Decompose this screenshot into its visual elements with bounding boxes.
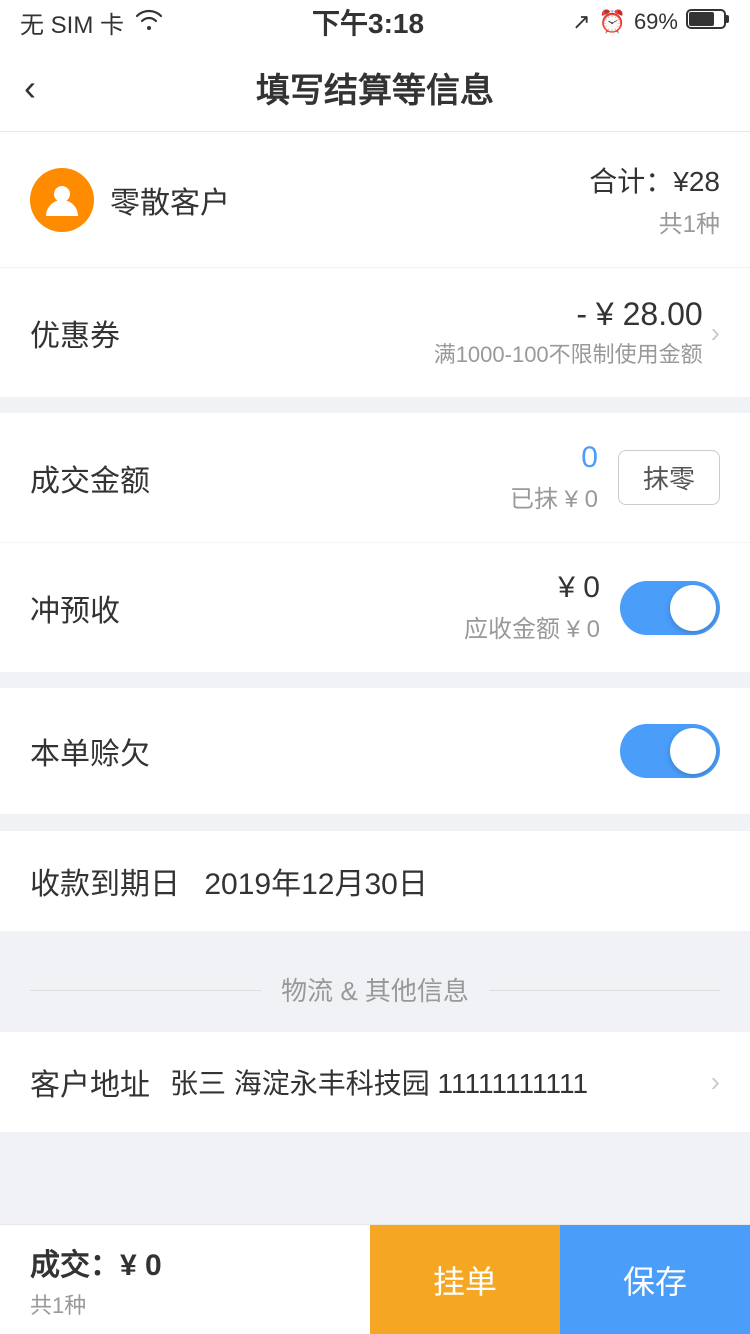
page-title: 填写结算等信息 [256,63,494,112]
bottom-deal-row: 成交：¥ 0 [30,1240,340,1284]
nav-bar: ‹ 填写结算等信息 [0,44,750,132]
back-button[interactable]: ‹ [24,67,36,109]
coupon-label: 优惠券 [30,311,120,355]
status-bar: 无 SIM 卡 下午3:18 ↗ ⏰ 69% [0,0,750,44]
address-chevron-icon: › [711,1066,720,1098]
precharge-label: 冲预收 [30,586,120,630]
address-label: 客户地址 [30,1060,150,1104]
status-right: ↗ ⏰ 69% [572,8,730,36]
bottom-deal-label: 成交： [30,1249,120,1282]
customer-section: 零散客户 合计：¥28 共1种 优惠券 - ¥ 28.00 满1000-100不… [0,132,750,397]
deal-section: 成交金额 0 已抹 ¥ 0 抹零 冲预收 ¥ 0 应收金额 ¥ 0 [0,413,750,672]
logistics-divider: 物流 & 其他信息 [0,947,750,1032]
duedate-section: 收款到期日 2019年12月30日 [0,830,750,931]
customer-right: 合计：¥28 共1种 [589,160,720,239]
coupon-amount: - ¥ 28.00 [434,296,703,333]
customer-row: 零散客户 合计：¥28 共1种 [0,132,750,267]
deal-amount-row: 成交金额 0 已抹 ¥ 0 抹零 [0,413,750,543]
precharge-toggle[interactable] [620,581,720,635]
deal-sub-text: 已抹 ¥ 0 [510,479,598,514]
customer-total: 合计：¥28 [589,160,720,200]
wifi-icon [134,8,164,37]
debt-label: 本单赊欠 [30,729,150,773]
precharge-main-amount: ¥ 0 [464,571,600,605]
deal-amount-value: 0 [510,441,598,475]
carrier-label: 无 SIM 卡 [20,5,124,40]
round-zero-button[interactable]: 抹零 [618,450,720,505]
battery-icon [686,8,730,36]
toggle-knob [670,585,716,631]
deal-amount-label: 成交金额 [30,456,150,500]
logistics-label: 物流 & 其他信息 [261,971,489,1008]
bottom-count: 共1种 [30,1288,340,1320]
coupon-desc: 满1000-100不限制使用金额 [434,337,703,369]
debt-toggle-knob [670,728,716,774]
pending-button[interactable]: 挂单 [370,1225,560,1334]
coupon-chevron-icon: › [711,317,720,349]
status-left: 无 SIM 卡 [20,5,164,40]
address-value: 张三 海淀永丰科技园 11111111111 [170,1062,711,1102]
precharge-right: ¥ 0 应收金额 ¥ 0 [464,571,720,644]
duedate-value: 2019年12月30日 [204,868,427,901]
customer-name: 零散客户 [110,178,230,222]
precharge-sub-amount: 应收金额 ¥ 0 [464,609,600,644]
customer-left: 零散客户 [30,168,230,232]
duedate-label: 收款到期日 [30,868,180,901]
address-row[interactable]: 客户地址 张三 海淀永丰科技园 11111111111 › [0,1032,750,1132]
coupon-row[interactable]: 优惠券 - ¥ 28.00 满1000-100不限制使用金额 › [0,267,750,397]
content-area: 零散客户 合计：¥28 共1种 优惠券 - ¥ 28.00 满1000-100不… [0,132,750,1268]
alarm-icon: ⏰ [599,9,626,35]
save-button[interactable]: 保存 [560,1225,750,1334]
debt-toggle[interactable] [620,724,720,778]
precharge-amounts: ¥ 0 应收金额 ¥ 0 [464,571,600,644]
bottom-bar: 成交：¥ 0 共1种 挂单 保存 [0,1224,750,1334]
bottom-deal-value: ¥ 0 [120,1249,162,1282]
bottom-info: 成交：¥ 0 共1种 [0,1225,370,1334]
time-display: 下午3:18 [312,2,424,42]
debt-section: 本单赊欠 [0,688,750,814]
location-icon: ↗ [572,9,590,35]
address-section: 客户地址 张三 海淀永丰科技园 11111111111 › [0,1032,750,1132]
customer-avatar [30,168,94,232]
coupon-right: - ¥ 28.00 满1000-100不限制使用金额 › [434,296,720,369]
customer-count: 共1种 [589,204,720,239]
deal-right: 0 已抹 ¥ 0 抹零 [510,441,720,514]
deal-amount-col: 0 已抹 ¥ 0 [510,441,598,514]
duedate-row: 收款到期日 2019年12月30日 [0,830,750,931]
battery-label: 69% [634,9,678,35]
precharge-row: 冲预收 ¥ 0 应收金额 ¥ 0 [0,543,750,672]
